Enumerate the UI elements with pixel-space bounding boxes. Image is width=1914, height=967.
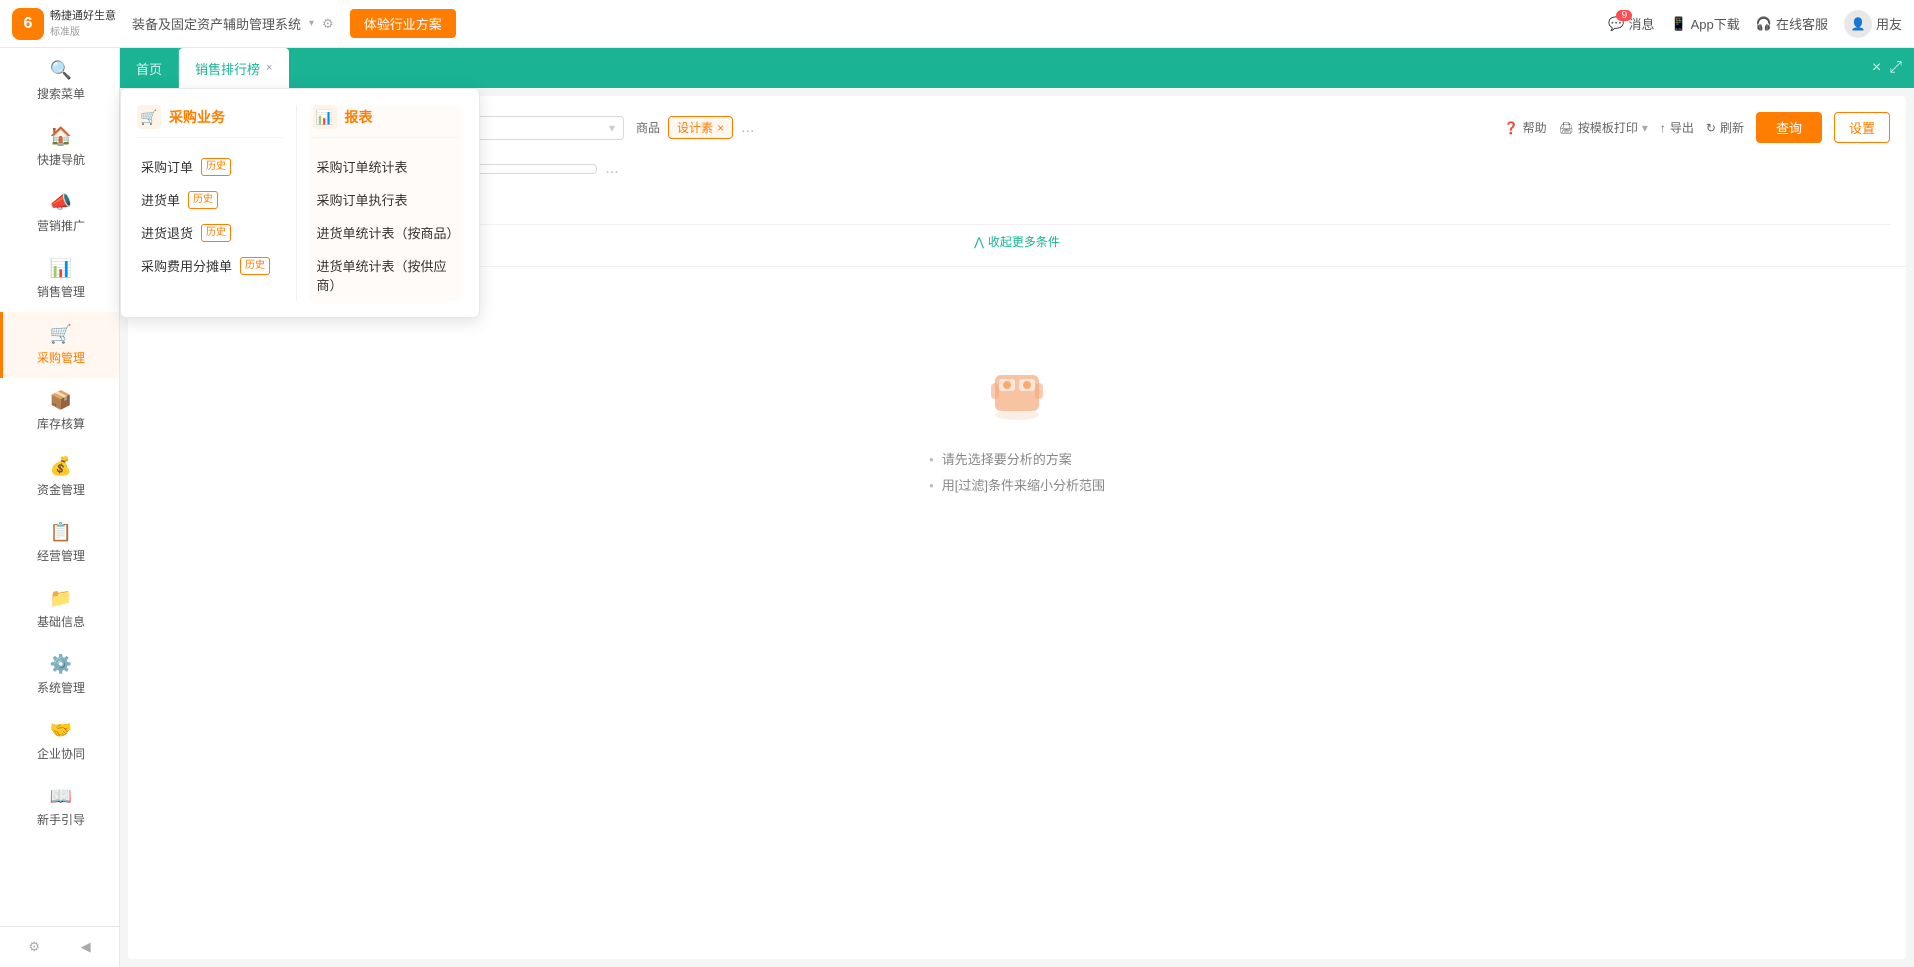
dropdown-item-label-incoming-stat-supplier: 进货单统计表（按供应商） (317, 256, 456, 294)
dropdown-item-label-expense: 采购费用分摊单 (141, 256, 232, 275)
dropdown-report-col: 📊 报表 采购订单统计表 采购订单执行表 进货单统计表（按商品） 进货单统计表（… (309, 105, 464, 301)
dropdown-item-incoming-stat-goods[interactable]: 进货单统计表（按商品） (313, 216, 460, 249)
hist-badge-0: 历史 (201, 158, 231, 176)
report-col-icon: 📊 (313, 105, 337, 129)
purchase-col-title-text: 采购业务 (169, 107, 225, 127)
dropdown-item-label-return: 进货退货 (141, 223, 193, 242)
dropdown-item-label-purchase-order: 采购订单 (141, 157, 193, 176)
purchase-col-icon: 🛒 (137, 105, 161, 129)
dropdown-item-incoming-stat-supplier[interactable]: 进货单统计表（按供应商） (313, 249, 460, 301)
dropdown-item-label-incoming-stat-goods: 进货单统计表（按商品） (317, 223, 456, 242)
dropdown-purchase-col: 🛒 采购业务 采购订单 历史 进货单 历史 进货退货 历史 采购费用分摊单 历史 (137, 105, 284, 301)
hist-badge-2: 历史 (201, 224, 231, 242)
dropdown-item-label-purchase-exec: 采购订单执行表 (317, 190, 408, 209)
dropdown-item-purchase-order[interactable]: 采购订单 历史 (137, 150, 284, 183)
dropdown-item-return[interactable]: 进货退货 历史 (137, 216, 284, 249)
hist-badge-3: 历史 (240, 257, 270, 275)
dropdown-item-purchase-stat[interactable]: 采购订单统计表 (313, 150, 460, 183)
report-col-title-text: 报表 (345, 107, 373, 127)
dropdown-item-purchase-exec[interactable]: 采购订单执行表 (313, 183, 460, 216)
dropdown-item-label-purchase-stat: 采购订单统计表 (317, 157, 408, 176)
hist-badge-1: 历史 (188, 191, 218, 209)
dropdown-purchase-title: 🛒 采购业务 (137, 105, 284, 138)
dropdown-divider (296, 105, 297, 301)
dropdown-menu: 🛒 采购业务 采购订单 历史 进货单 历史 进货退货 历史 采购费用分摊单 历史… (120, 88, 480, 318)
dropdown-item-label-incoming: 进货单 (141, 190, 180, 209)
dropdown-report-title: 📊 报表 (313, 105, 460, 138)
dropdown-item-incoming[interactable]: 进货单 历史 (137, 183, 284, 216)
dropdown-item-expense[interactable]: 采购费用分摊单 历史 (137, 249, 284, 282)
